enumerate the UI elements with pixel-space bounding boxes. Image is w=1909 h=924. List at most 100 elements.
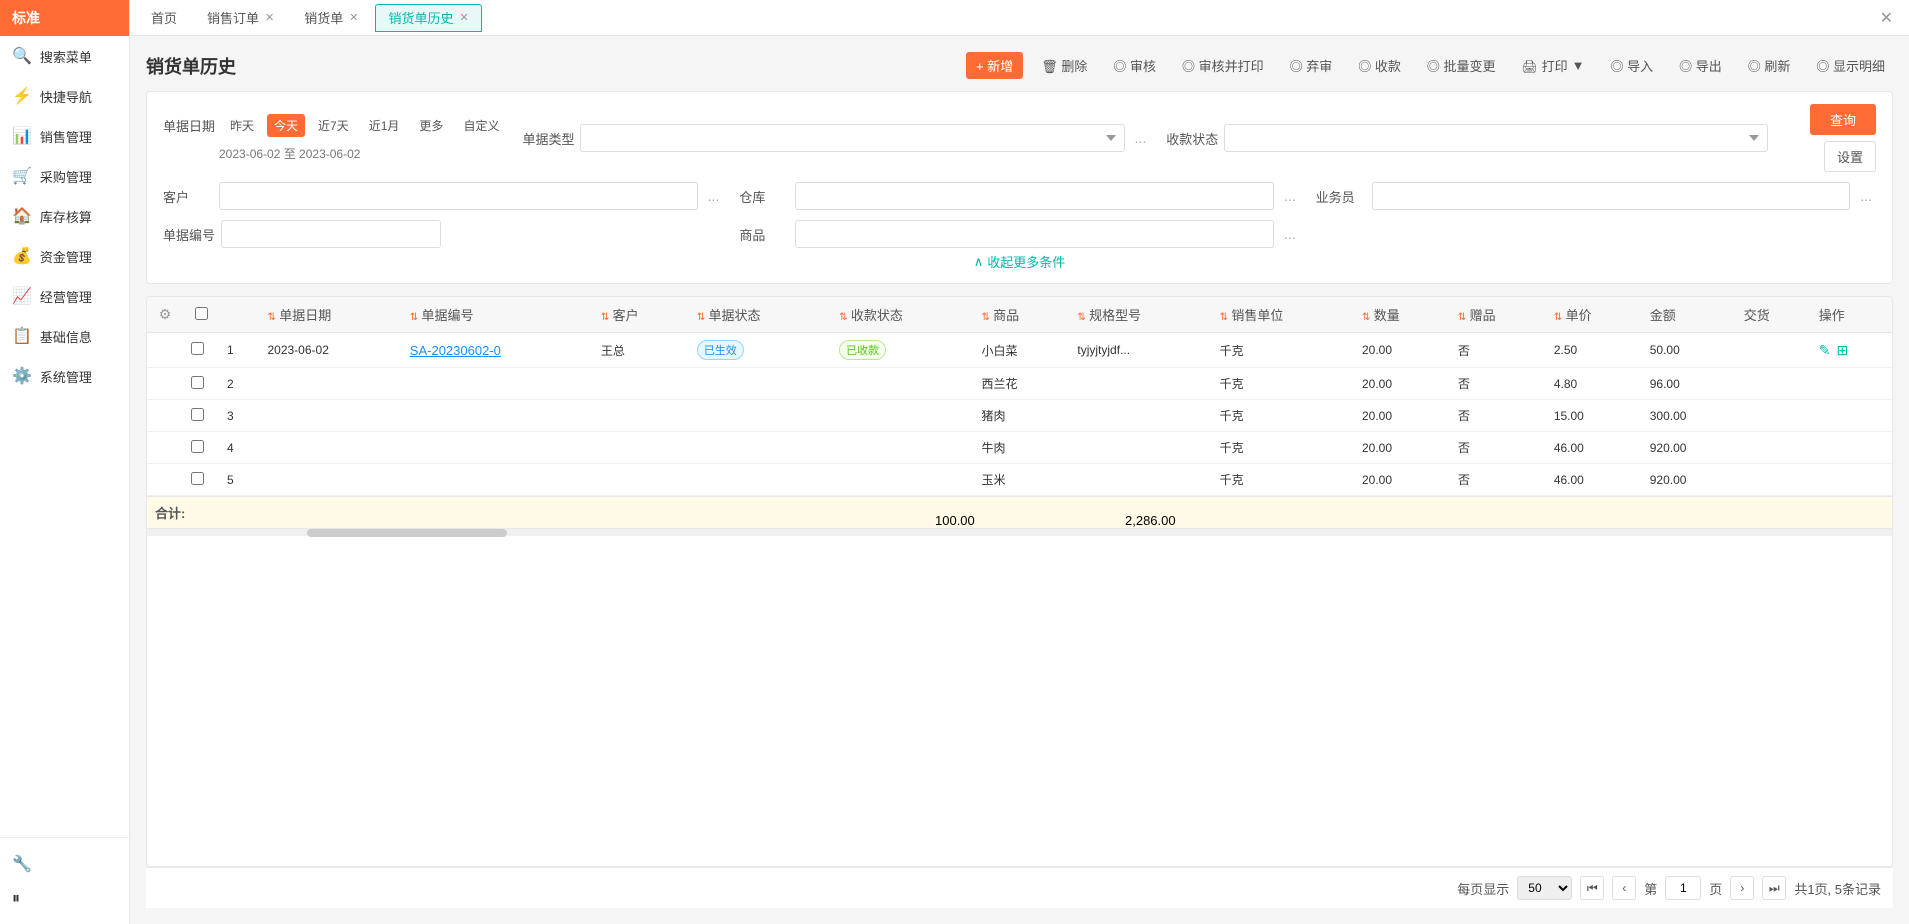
tab-sales-history[interactable]: 销货单历史 ✕	[375, 4, 481, 32]
sidebar-item-finance-mgmt[interactable]: 💰 资金管理	[0, 236, 129, 276]
th-goods[interactable]: ⇅ 商品	[973, 297, 1069, 333]
print-button[interactable]: 🖨 打印 ▼	[1514, 52, 1593, 79]
sidebar-item-basic-info[interactable]: 📋 基础信息	[0, 316, 129, 356]
th-unit-price[interactable]: ⇅ 单价	[1546, 297, 1642, 333]
audit-print-button[interactable]: ◎ 审核并打印	[1174, 52, 1272, 79]
select-all-checkbox[interactable]	[195, 307, 208, 320]
prev-page-button[interactable]: ‹	[1612, 876, 1636, 900]
customer-input[interactable]	[219, 182, 698, 210]
close-sales-history-tab[interactable]: ✕	[460, 11, 469, 24]
th-unit[interactable]: ⇅ 销售单位	[1212, 297, 1354, 333]
sidebar-item-sales-mgmt[interactable]: 📊 销售管理	[0, 116, 129, 156]
page-number-input[interactable]	[1665, 876, 1701, 900]
salesperson-dots[interactable]: ...	[1856, 188, 1876, 204]
sidebar-item-purchase-mgmt[interactable]: 🛒 采购管理	[0, 156, 129, 196]
footer-total-amount: 2,286.00	[1125, 513, 1176, 528]
sidebar-item-search-menu[interactable]: 🔍 搜索菜单	[0, 36, 129, 76]
date-btn-custom[interactable]: 自定义	[456, 114, 506, 137]
collapse-button[interactable]: ∧ 收起更多条件	[163, 252, 1876, 271]
tab-sales-order[interactable]: 销售订单 ✕	[194, 4, 287, 32]
th-gift[interactable]: ⇅ 赠品	[1450, 297, 1546, 333]
row-checkbox[interactable]	[191, 342, 204, 355]
date-btn-1month[interactable]: 近1月	[362, 114, 407, 137]
th-doc-status[interactable]: ⇅ 单据状态	[689, 297, 831, 333]
more-icon[interactable]: ⊞	[1837, 342, 1849, 359]
first-page-button[interactable]: ⏮	[1580, 876, 1604, 900]
th-customer[interactable]: ⇅ 客户	[593, 297, 689, 333]
row-checkbox[interactable]	[191, 440, 204, 453]
td-settings	[147, 400, 183, 432]
settings-button[interactable]: 设置	[1824, 141, 1876, 172]
sidebar-item-sys-mgmt[interactable]: ⚙️ 系统管理	[0, 356, 129, 396]
sidebar-bottom-pause[interactable]: ⏸	[0, 882, 129, 916]
td-goods: 小白菜	[973, 333, 1069, 368]
edit-icon[interactable]: ✎	[1819, 342, 1831, 359]
td-doc-status	[689, 400, 831, 432]
td-settings	[147, 432, 183, 464]
doc-type-select[interactable]	[580, 124, 1124, 152]
td-settings	[147, 464, 183, 496]
discard-button[interactable]: ◎ 弃审	[1282, 52, 1341, 79]
sidebar-bottom: 🔧 ⏸	[0, 837, 129, 924]
table-scrollbar-thumb[interactable]	[307, 529, 507, 537]
new-button[interactable]: + 新增	[966, 52, 1023, 79]
import-button[interactable]: ◎ 导入	[1603, 52, 1662, 79]
doc-number-label: 单据编号	[163, 225, 215, 244]
th-collect-status[interactable]: ⇅ 收款状态	[831, 297, 973, 333]
collect-button[interactable]: ◎ 收款	[1350, 52, 1409, 79]
td-transaction	[1736, 333, 1811, 368]
sales-mgmt-icon: 📊	[12, 126, 32, 146]
collect-status-select[interactable]	[1224, 124, 1768, 152]
close-sales-goods-tab[interactable]: ✕	[349, 11, 358, 24]
tab-sales-goods[interactable]: 销货单 ✕	[291, 4, 371, 32]
th-qty[interactable]: ⇅ 数量	[1354, 297, 1450, 333]
date-btn-7days[interactable]: 近7天	[311, 114, 356, 137]
sort-goods-icon: ⇅	[981, 312, 989, 323]
sidebar-item-quick-nav[interactable]: ⚡ 快捷导航	[0, 76, 129, 116]
table-scrollbar-track[interactable]	[147, 528, 1892, 536]
doc-no-link[interactable]: SA-20230602-0	[410, 343, 501, 358]
customer-dots[interactable]: ...	[704, 188, 724, 204]
last-page-button[interactable]: ⏭	[1762, 876, 1786, 900]
gear-icon[interactable]: ⚙	[159, 306, 172, 322]
td-amount: 50.00	[1642, 333, 1736, 368]
td-unit: 千克	[1212, 432, 1354, 464]
next-page-button[interactable]: ›	[1730, 876, 1754, 900]
row-checkbox[interactable]	[191, 472, 204, 485]
salesperson-input[interactable]	[1372, 182, 1851, 210]
audit-button[interactable]: ◎ 审核	[1105, 52, 1164, 79]
th-settings[interactable]: ⚙	[147, 297, 183, 333]
doc-number-input[interactable]	[221, 220, 441, 248]
row-checkbox[interactable]	[191, 408, 204, 421]
batch-change-button[interactable]: ◎ 批量变更	[1419, 52, 1504, 79]
goods-dots[interactable]: ...	[1280, 226, 1300, 242]
query-button[interactable]: 查询	[1810, 104, 1876, 135]
goods-input[interactable]	[795, 220, 1274, 248]
th-doc-no[interactable]: ⇅ 单据编号	[402, 297, 593, 333]
tab-home[interactable]: 首页	[138, 4, 190, 32]
delete-button[interactable]: 🗑 删除	[1033, 52, 1095, 79]
sidebar-item-ops-mgmt[interactable]: 📈 经营管理	[0, 276, 129, 316]
td-operation	[1811, 432, 1892, 464]
export-button[interactable]: ◎ 导出	[1671, 52, 1730, 79]
row-checkbox[interactable]	[191, 376, 204, 389]
date-btn-more[interactable]: 更多	[412, 114, 450, 137]
date-btn-today[interactable]: 今天	[267, 114, 305, 137]
th-doc-date[interactable]: ⇅ 单据日期	[259, 297, 401, 333]
table-row: 2 西兰花 千克 20.00 否 4.80 96.00	[147, 368, 1892, 400]
page-size-select[interactable]: 20 50 100	[1517, 876, 1572, 900]
td-customer	[593, 400, 689, 432]
page-size-label: 每页显示	[1457, 879, 1509, 898]
close-sales-order-tab[interactable]: ✕	[265, 11, 274, 24]
tab-bar-close[interactable]: ✕	[1872, 8, 1901, 28]
date-btn-yesterday[interactable]: 昨天	[223, 114, 261, 137]
doc-type-dots[interactable]: ...	[1131, 130, 1151, 146]
refresh-button[interactable]: ◎ 刷新	[1740, 52, 1799, 79]
warehouse-dots[interactable]: ...	[1280, 188, 1300, 204]
sidebar-item-inventory[interactable]: 🏠 库存核算	[0, 196, 129, 236]
td-index: 5	[219, 464, 259, 496]
warehouse-input[interactable]	[795, 182, 1274, 210]
show-detail-button[interactable]: ◎ 显示明细	[1808, 52, 1893, 79]
th-spec[interactable]: ⇅ 规格型号	[1069, 297, 1211, 333]
sidebar-bottom-settings[interactable]: 🔧	[0, 846, 129, 882]
